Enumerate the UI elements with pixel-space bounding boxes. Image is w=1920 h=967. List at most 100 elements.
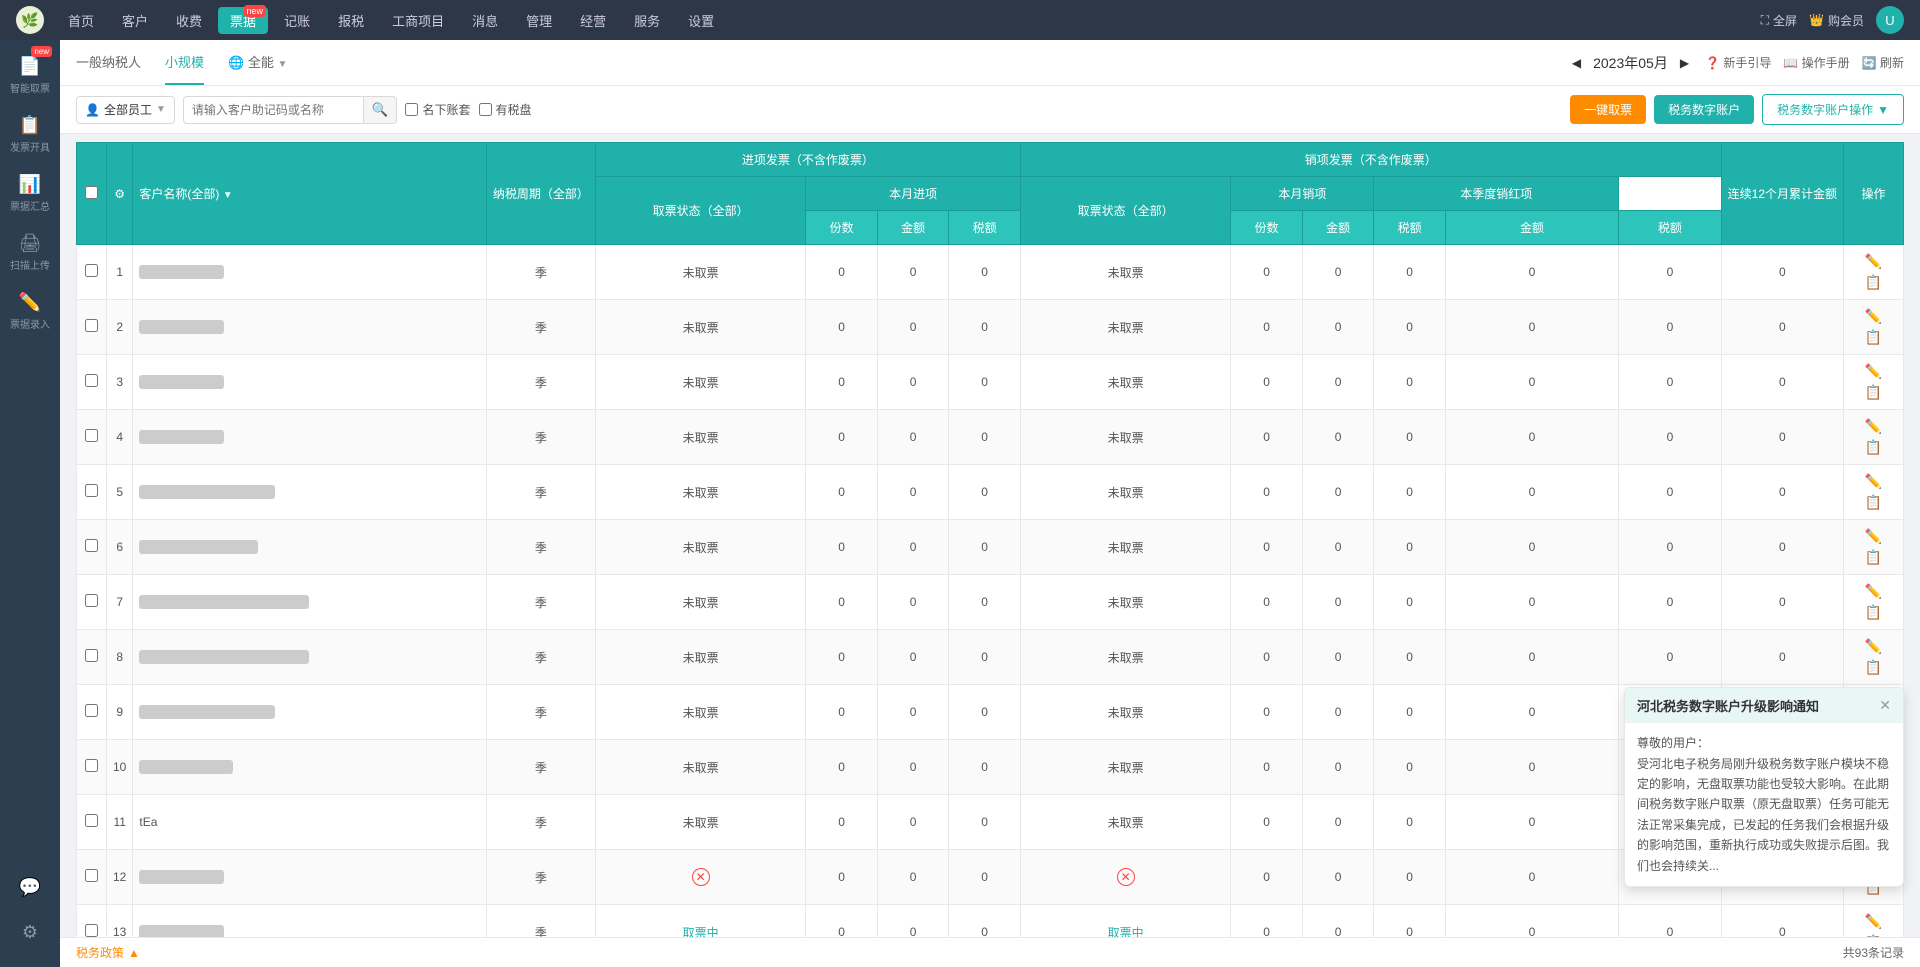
tab-small-scale[interactable]: 小规模 xyxy=(165,40,204,85)
row-actions: ✏️ 📋 xyxy=(1844,410,1904,465)
row-red-amount: 0 xyxy=(1445,355,1618,410)
nav-manage[interactable]: 管理 xyxy=(514,7,564,34)
row-accumulate: 0 xyxy=(1721,905,1843,938)
row-edit-button[interactable]: ✏️ xyxy=(1861,361,1886,382)
row-select-checkbox[interactable] xyxy=(85,429,98,442)
sidebar-item-message[interactable]: 💬 xyxy=(4,869,56,906)
sidebar-item-scan-upload[interactable]: 🖨 扫描上传 xyxy=(4,225,56,280)
tab-general-taxpayer[interactable]: 一般纳税人 xyxy=(76,40,141,85)
row-edit-button[interactable]: ✏️ xyxy=(1861,416,1886,437)
row-num: 8 xyxy=(107,630,133,685)
row-sales-count: 0 xyxy=(1231,850,1302,905)
user-avatar[interactable]: U xyxy=(1876,6,1904,34)
row-income-amount: 0 xyxy=(877,795,948,850)
row-copy-button[interactable]: 📋 xyxy=(1861,547,1886,568)
row-edit-button[interactable]: ✏️ xyxy=(1861,251,1886,272)
row-edit-button[interactable]: ✏️ xyxy=(1861,581,1886,602)
row-copy-button[interactable]: 📋 xyxy=(1861,327,1886,348)
row-checkbox xyxy=(77,740,107,795)
th-sales-this-month: 本月销项 xyxy=(1231,177,1374,211)
tab-all-capable[interactable]: 🌐 全能 ▼ xyxy=(228,40,287,85)
nav-customer[interactable]: 客户 xyxy=(110,7,160,34)
nav-fee[interactable]: 收费 xyxy=(164,7,214,34)
row-select-checkbox[interactable] xyxy=(85,649,98,662)
date-next-button[interactable]: ▶ xyxy=(1680,56,1689,70)
sidebar-item-invoice-summary[interactable]: 📊 票据汇总 xyxy=(4,166,56,221)
row-accumulate: 0 xyxy=(1721,465,1843,520)
row-select-checkbox[interactable] xyxy=(85,539,98,552)
row-edit-button[interactable]: ✏️ xyxy=(1861,526,1886,547)
row-select-checkbox[interactable] xyxy=(85,374,98,387)
row-income-count: 0 xyxy=(806,905,877,938)
nav-settings[interactable]: 设置 xyxy=(676,7,726,34)
row-select-checkbox[interactable] xyxy=(85,869,98,882)
search-button[interactable]: 🔍 xyxy=(363,96,398,124)
th-sales-count: 份数 xyxy=(1231,211,1302,245)
row-income-amount: 0 xyxy=(877,300,948,355)
row-sales-status: 未取票 xyxy=(1020,410,1231,465)
tax-digital-account-button[interactable]: 税务数字账户 xyxy=(1654,95,1754,124)
row-select-checkbox[interactable] xyxy=(85,264,98,277)
row-select-checkbox[interactable] xyxy=(85,759,98,772)
new-guide-button[interactable]: ❓ 新手引导 xyxy=(1705,54,1771,71)
row-sales-tax: 0 xyxy=(1374,410,1445,465)
my-accounts-checkbox[interactable]: 名下账套 xyxy=(405,101,470,118)
manual-button[interactable]: 📖 操作手册 xyxy=(1783,54,1849,71)
row-edit-button[interactable]: ✏️ xyxy=(1861,471,1886,492)
row-income-amount: 0 xyxy=(877,465,948,520)
row-sales-tax: 0 xyxy=(1374,740,1445,795)
tax-digital-ops-button[interactable]: 税务数字账户操作 ▼ xyxy=(1762,94,1904,125)
row-select-checkbox[interactable] xyxy=(85,319,98,332)
notification-close-button[interactable]: ✕ xyxy=(1879,697,1891,714)
nav-invoice[interactable]: 票据 new xyxy=(218,7,268,34)
row-select-checkbox[interactable] xyxy=(85,704,98,717)
row-cycle: 季 xyxy=(486,575,595,630)
table-row: 3 ██████████ 季 未取票 0 0 0 未取票 0 0 0 0 0 0… xyxy=(77,355,1904,410)
row-sales-tax: 0 xyxy=(1374,575,1445,630)
row-edit-button[interactable]: ✏️ xyxy=(1861,911,1886,932)
nav-operate[interactable]: 经营 xyxy=(568,7,618,34)
row-accumulate: 0 xyxy=(1721,575,1843,630)
nav-tax[interactable]: 报税 xyxy=(326,7,376,34)
sidebar-item-invoice-open[interactable]: 📋 发票开具 xyxy=(4,107,56,162)
th-red-tax: 税额 xyxy=(1619,211,1721,245)
row-edit-button[interactable]: ✏️ xyxy=(1861,306,1886,327)
row-sales-count: 0 xyxy=(1231,465,1302,520)
employee-filter[interactable]: 👤 全部员工 ▼ xyxy=(76,96,175,124)
row-sales-amount: 0 xyxy=(1302,245,1373,300)
row-select-checkbox[interactable] xyxy=(85,814,98,827)
row-select-checkbox[interactable] xyxy=(85,484,98,497)
nav-accounting[interactable]: 记账 xyxy=(272,7,322,34)
row-copy-button[interactable]: 📋 xyxy=(1861,272,1886,293)
nav-message[interactable]: 消息 xyxy=(460,7,510,34)
notification-popup: 河北税务数字账户升级影响通知 ✕ 尊敬的用户： 受河北电子税务局刚升级税务数字账… xyxy=(1624,687,1904,887)
sidebar-item-invoice-entry[interactable]: ✏️ 票据录入 xyxy=(4,284,56,339)
one-click-invoice-button[interactable]: 一键取票 xyxy=(1570,95,1646,124)
row-checkbox xyxy=(77,520,107,575)
row-copy-button[interactable]: 📋 xyxy=(1861,382,1886,403)
nav-home[interactable]: 首页 xyxy=(56,7,106,34)
has-tax-disk-checkbox[interactable]: 有税盘 xyxy=(479,101,532,118)
th-income-status: 取票状态（全部） xyxy=(595,177,806,245)
select-all-checkbox[interactable] xyxy=(85,186,98,199)
row-copy-button[interactable]: 📋 xyxy=(1861,602,1886,623)
row-select-checkbox[interactable] xyxy=(85,924,98,937)
row-num: 9 xyxy=(107,685,133,740)
row-red-amount: 0 xyxy=(1445,465,1618,520)
date-prev-button[interactable]: ◀ xyxy=(1572,56,1581,70)
search-input[interactable] xyxy=(183,96,363,124)
row-copy-button[interactable]: 📋 xyxy=(1861,492,1886,513)
row-edit-button[interactable]: ✏️ xyxy=(1861,636,1886,657)
nav-business[interactable]: 工商项目 xyxy=(380,7,456,34)
row-copy-button[interactable]: 📋 xyxy=(1861,437,1886,458)
refresh-button[interactable]: 🔄 刷新 xyxy=(1862,54,1904,71)
row-actions: ✏️ 📋 xyxy=(1844,465,1904,520)
sidebar-item-config[interactable]: ⚙ xyxy=(4,914,56,951)
nav-service[interactable]: 服务 xyxy=(622,7,672,34)
fullscreen-button[interactable]: ⛶ 全屏 xyxy=(1761,12,1797,29)
row-sales-amount: 0 xyxy=(1302,740,1373,795)
row-select-checkbox[interactable] xyxy=(85,594,98,607)
tax-policy-link[interactable]: 税务政策 xyxy=(76,944,124,961)
row-copy-button[interactable]: 📋 xyxy=(1861,657,1886,678)
vip-button[interactable]: 👑 购会员 xyxy=(1809,12,1864,29)
